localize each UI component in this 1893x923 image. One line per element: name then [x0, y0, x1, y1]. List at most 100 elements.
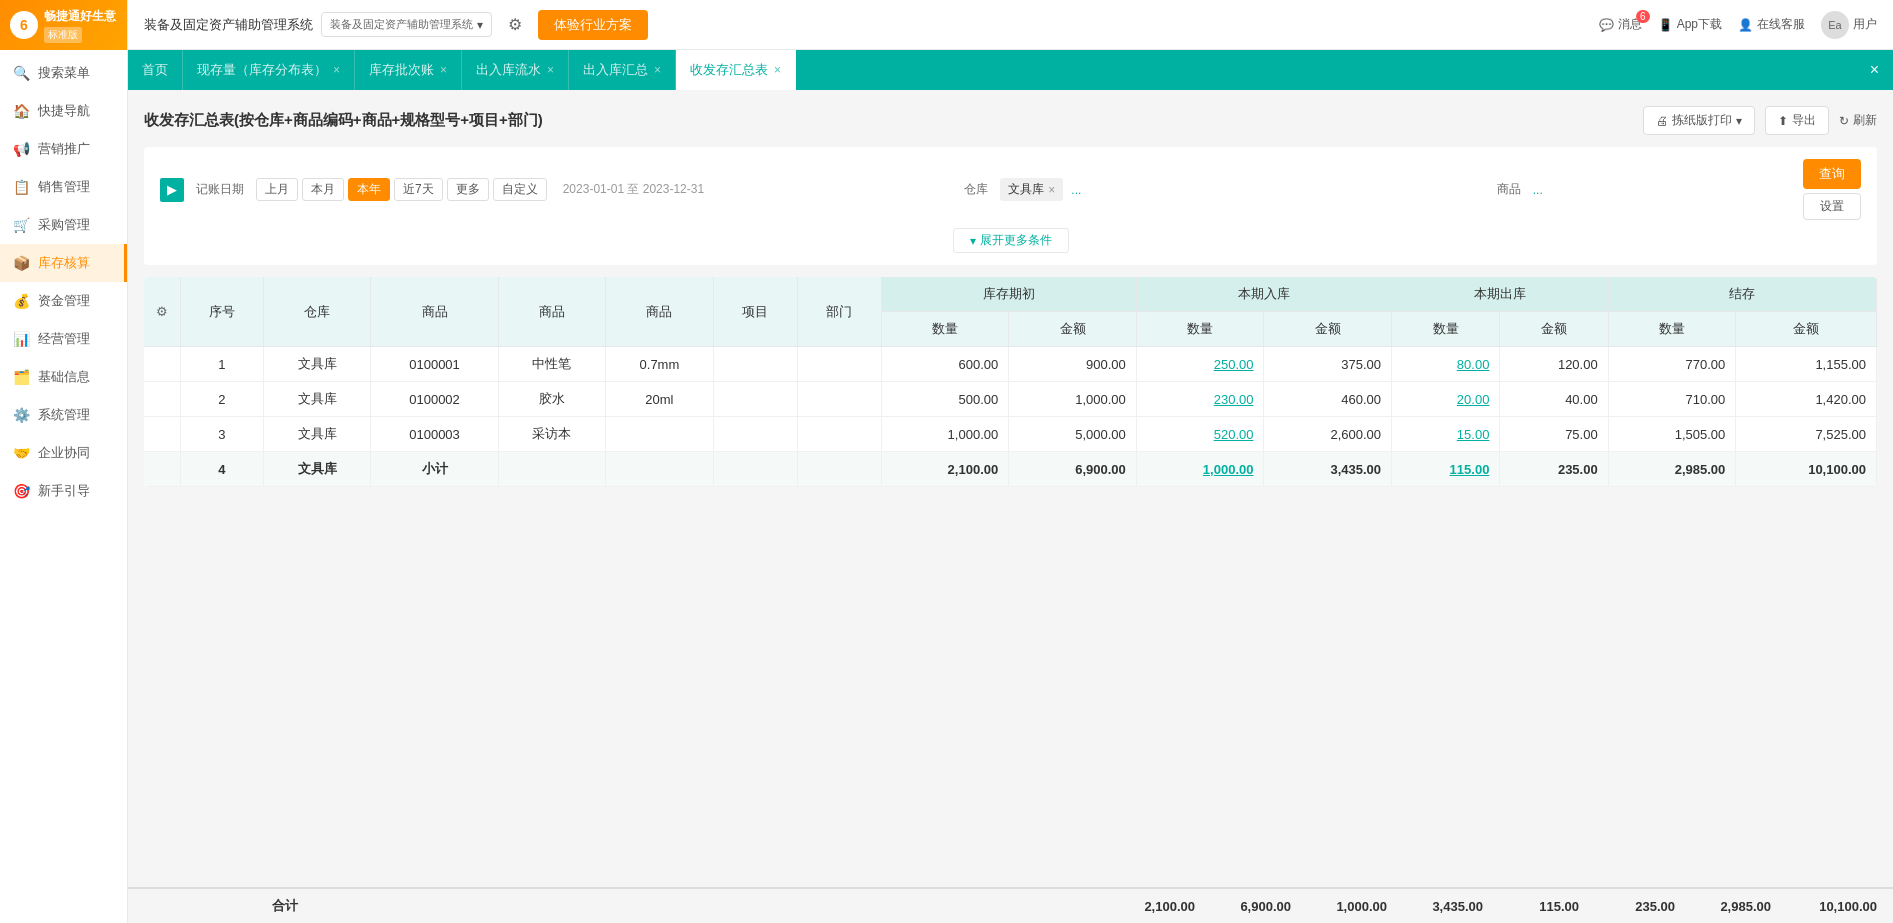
app-download-button[interactable]: 📱 App下载 [1658, 16, 1722, 33]
date-btn-this-month[interactable]: 本月 [302, 178, 344, 201]
query-button[interactable]: 查询 [1803, 159, 1861, 189]
subtotal-out-qty[interactable]: 115.00 [1392, 452, 1500, 487]
cell-dept [797, 347, 881, 382]
cell-out-amt: 40.00 [1500, 382, 1608, 417]
tab-batch-ledger[interactable]: 库存批次账 × [355, 50, 462, 90]
sidebar-item-operation[interactable]: 📊 经营管理 [0, 320, 127, 358]
tab-home[interactable]: 首页 [128, 50, 183, 90]
warehouse-tag-close[interactable]: × [1048, 183, 1055, 197]
cell-warehouse: 文具库 [264, 417, 371, 452]
subtotal-start-amt: 6,900.00 [1009, 452, 1137, 487]
tab-close-inventory-dist[interactable]: × [333, 63, 340, 77]
chevron-down-icon: ▾ [477, 18, 483, 32]
th-period-start: 库存期初 [881, 277, 1136, 312]
cell-code: 0100001 [371, 347, 499, 382]
cell-name: 采访本 [498, 417, 605, 452]
total-row: 合计 2,100.00 6,900.00 1,000.00 3,435.00 1… [128, 887, 1893, 923]
tab-inventory-dist[interactable]: 现存量（库存分布表） × [183, 50, 355, 90]
tab-inout-summary[interactable]: 出入库汇总 × [569, 50, 676, 90]
sidebar-item-marketing[interactable]: 📢 营销推广 [0, 130, 127, 168]
total-start-amt: 6,900.00 [1211, 899, 1291, 914]
cell-bal-qty: 710.00 [1608, 382, 1736, 417]
th-out-amt: 金额 [1500, 312, 1608, 347]
date-label: 记账日期 [196, 181, 244, 198]
warehouse-more[interactable]: ... [1071, 183, 1081, 197]
system-dropdown[interactable]: 装备及固定资产辅助管理系统 ▾ [321, 12, 492, 37]
total-out-amt: 235.00 [1595, 899, 1675, 914]
table-settings-header[interactable]: ⚙ [144, 277, 180, 347]
cell-name: 中性笔 [498, 347, 605, 382]
message-button[interactable]: 💬 消息 6 [1599, 16, 1642, 33]
sidebar-item-inventory[interactable]: 📦 库存核算 [0, 244, 127, 282]
date-btn-7days[interactable]: 近7天 [394, 178, 443, 201]
date-btn-custom[interactable]: 自定义 [493, 178, 547, 201]
tab-close-inout-summary[interactable]: × [654, 63, 661, 77]
table-row: 1 文具库 0100001 中性笔 0.7mm 600.00 900.00 25… [144, 347, 1877, 382]
tab-close-batch-ledger[interactable]: × [440, 63, 447, 77]
date-btn-this-year[interactable]: 本年 [348, 178, 390, 201]
cell-out-qty[interactable]: 80.00 [1392, 347, 1500, 382]
subtotal-start-qty: 2,100.00 [881, 452, 1009, 487]
date-range: 2023-01-01 至 2023-12-31 [563, 181, 704, 198]
cell-in-qty[interactable]: 250.00 [1136, 347, 1264, 382]
th-dept: 部门 [797, 277, 881, 347]
system-name: 装备及固定资产辅助管理系统 [144, 16, 313, 34]
refresh-button[interactable]: ↻ 刷新 [1839, 112, 1877, 129]
column-settings-button[interactable]: 设置 [1803, 193, 1861, 220]
sidebar-item-quick[interactable]: 🏠 快捷导航 [0, 92, 127, 130]
date-btn-last-month[interactable]: 上月 [256, 178, 298, 201]
goods-more[interactable]: ... [1533, 183, 1543, 197]
subtotal-in-qty[interactable]: 1,000.00 [1136, 452, 1264, 487]
sidebar-item-collab[interactable]: 🤝 企业协同 [0, 434, 127, 472]
cell-out-qty[interactable]: 15.00 [1392, 417, 1500, 452]
cell-in-qty[interactable]: 230.00 [1136, 382, 1264, 417]
sidebar-item-sales[interactable]: 📋 销售管理 [0, 168, 127, 206]
tab-recv-send[interactable]: 收发存汇总表 × [676, 50, 796, 90]
tab-close-inout-flow[interactable]: × [547, 63, 554, 77]
sidebar-item-purchase[interactable]: 🛒 采购管理 [0, 206, 127, 244]
th-no: 序号 [180, 277, 264, 347]
user-button[interactable]: Ea 用户 [1821, 11, 1877, 39]
online-service-button[interactable]: 👤 在线客服 [1738, 16, 1805, 33]
date-btn-more[interactable]: 更多 [447, 178, 489, 201]
warehouse-filter-area: 文具库 × ... [1000, 178, 1236, 201]
expand-more-button[interactable]: ▾ 展开更多条件 [953, 228, 1069, 253]
th-out-qty: 数量 [1392, 312, 1500, 347]
download-icon: 📱 [1658, 18, 1673, 32]
cell-dept [797, 382, 881, 417]
th-start-amt: 金额 [1009, 312, 1137, 347]
service-icon: 👤 [1738, 18, 1753, 32]
print-button[interactable]: 🖨 拣纸版打印 ▾ [1643, 106, 1755, 135]
page-actions: 🖨 拣纸版打印 ▾ ⬆ 导出 ↻ 刷新 [1643, 106, 1877, 135]
sidebar-item-finance[interactable]: 💰 资金管理 [0, 282, 127, 320]
sidebar-item-system[interactable]: ⚙️ 系统管理 [0, 396, 127, 434]
try-button[interactable]: 体验行业方案 [538, 10, 648, 40]
cell-in-qty[interactable]: 520.00 [1136, 417, 1264, 452]
export-button[interactable]: ⬆ 导出 [1765, 106, 1829, 135]
sidebar-item-basic[interactable]: 🗂️ 基础信息 [0, 358, 127, 396]
total-out-qty: 115.00 [1499, 899, 1579, 914]
cell-out-qty[interactable]: 20.00 [1392, 382, 1500, 417]
tab-close-recv-send[interactable]: × [774, 63, 781, 77]
tab-inout-flow[interactable]: 出入库流水 × [462, 50, 569, 90]
main-content: 装备及固定资产辅助管理系统 装备及固定资产辅助管理系统 ▾ ⚙ 体验行业方案 💬… [128, 0, 1893, 923]
subtotal-in-amt: 3,435.00 [1264, 452, 1392, 487]
cell-code: 0100003 [371, 417, 499, 452]
table-settings-icon[interactable]: ⚙ [156, 304, 168, 319]
settings-icon[interactable]: ⚙ [500, 10, 530, 40]
cell-dept [797, 417, 881, 452]
cell-start-qty: 500.00 [881, 382, 1009, 417]
chevron-down-icon: ▾ [1736, 114, 1742, 128]
page-title: 收发存汇总表(按仓库+商品编码+商品+规格型号+项目+部门) [144, 111, 543, 130]
th-code: 商品 [371, 277, 499, 347]
data-table: ⚙ 序号 仓库 商品 商品 商品 项目 部门 库存期初 本期入库 本期出库 结存 [144, 277, 1877, 487]
cell-warehouse: 文具库 [264, 347, 371, 382]
tab-bar-close[interactable]: × [1856, 61, 1893, 79]
cell-spec: 20ml [605, 382, 713, 417]
subtotal-bal-qty: 2,985.00 [1608, 452, 1736, 487]
table-body: 1 文具库 0100001 中性笔 0.7mm 600.00 900.00 25… [144, 347, 1877, 487]
sidebar-item-guide[interactable]: 🎯 新手引导 [0, 472, 127, 510]
filter-expand-button[interactable]: ▶ [160, 178, 184, 202]
sidebar-item-search[interactable]: 🔍 搜索菜单 [0, 54, 127, 92]
cell-in-amt: 460.00 [1264, 382, 1392, 417]
